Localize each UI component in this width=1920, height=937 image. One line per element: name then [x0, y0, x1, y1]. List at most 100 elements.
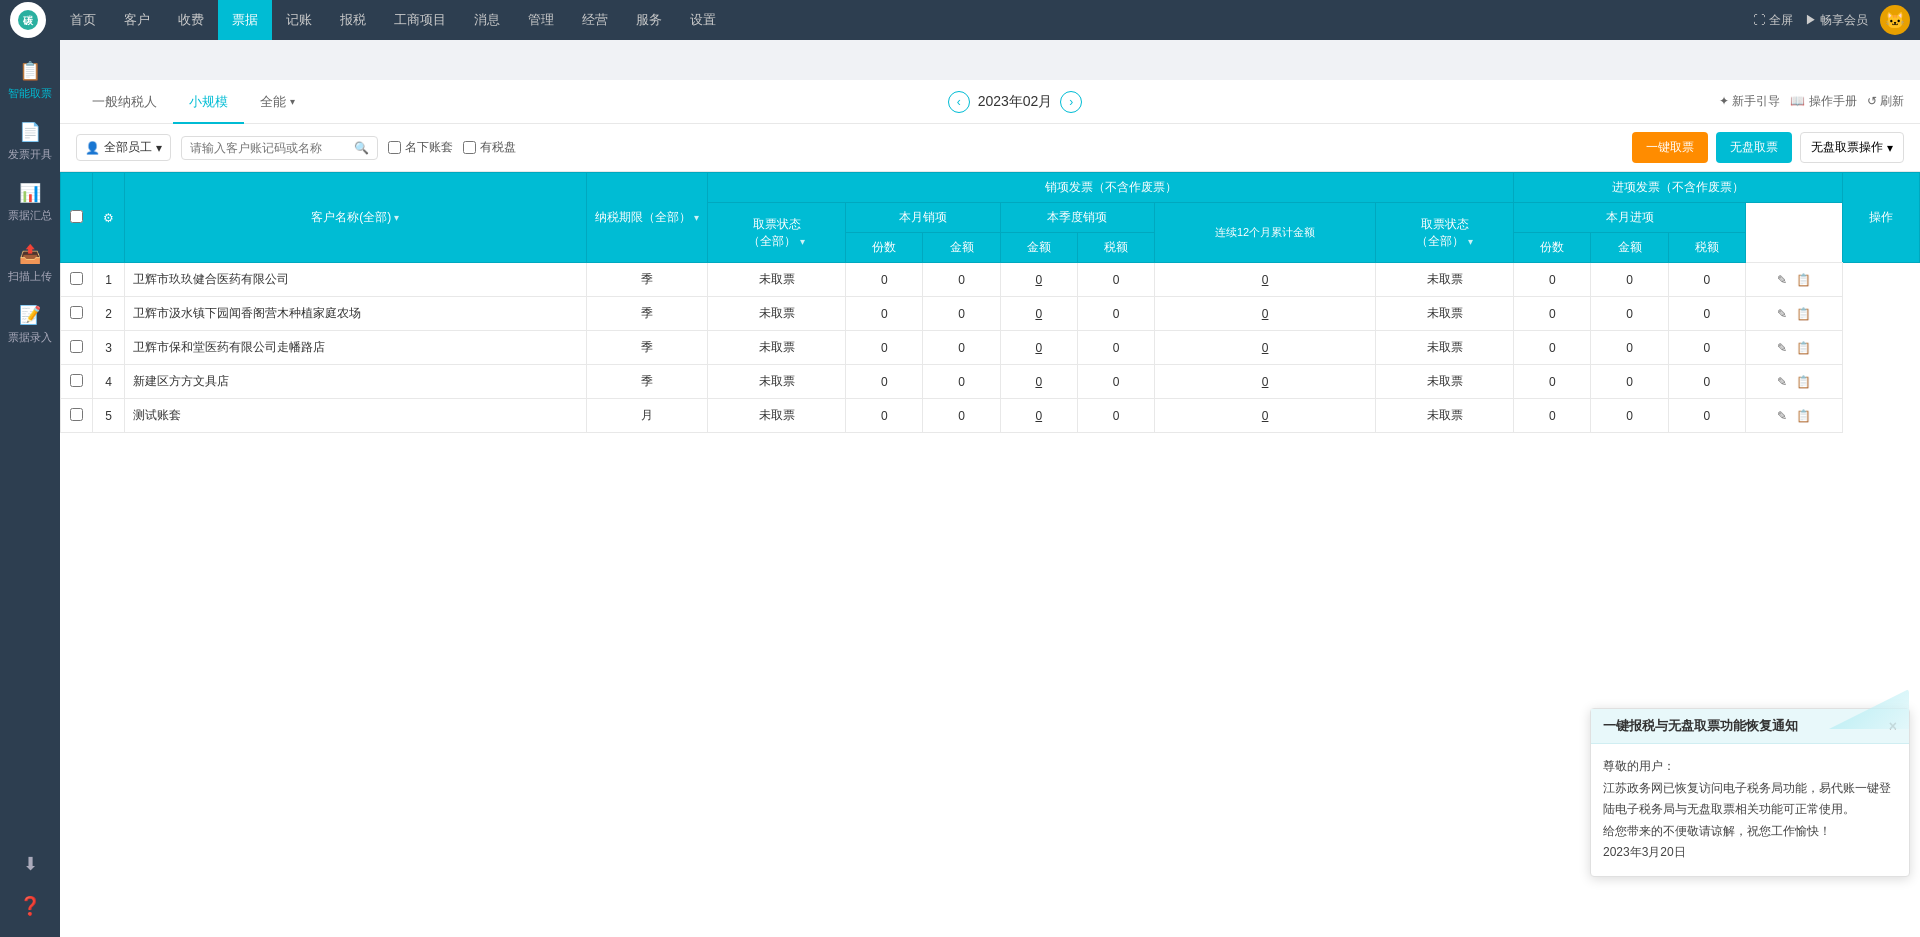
- edit-icon[interactable]: ✎: [1777, 307, 1787, 321]
- employee-filter[interactable]: 👤 全部员工 ▾: [76, 134, 171, 161]
- doc-icon[interactable]: 📋: [1796, 307, 1811, 321]
- doc-icon[interactable]: 📋: [1796, 341, 1811, 355]
- row-purchase-month-amount: 0: [1591, 331, 1668, 365]
- notif-text: 尊敬的用户： 江苏政务网已恢复访问电子税务局功能，易代账一键登陆电子税务局与无盘…: [1603, 756, 1897, 864]
- edit-icon[interactable]: ✎: [1777, 341, 1787, 355]
- sub-account-checkbox[interactable]: [388, 141, 401, 154]
- guide-btn[interactable]: ✦ 新手引导: [1719, 93, 1780, 110]
- row-purchase-status: 未取票: [1376, 365, 1514, 399]
- row-purchase-status: 未取票: [1376, 399, 1514, 433]
- th-sale-group: 销项发票（不含作废票）: [707, 173, 1513, 203]
- row-checkbox[interactable]: [61, 263, 93, 297]
- th-checkbox: [61, 173, 93, 263]
- doc-icon[interactable]: 📋: [1796, 375, 1811, 389]
- tab-all[interactable]: 全能 ▾: [244, 80, 311, 124]
- nav-invoice[interactable]: 票据: [218, 0, 272, 40]
- th-tax-period: 纳税期限（全部） ▾: [586, 173, 707, 263]
- no-disk-ops-btn[interactable]: 无盘取票操作 ▾: [1800, 132, 1904, 163]
- sidebar-item-issue[interactable]: 📄 发票开具: [0, 111, 60, 172]
- row-checkbox[interactable]: [61, 365, 93, 399]
- row-checkbox[interactable]: [61, 399, 93, 433]
- nav-ledger[interactable]: 记账: [272, 0, 326, 40]
- th-sale-quarter-amount: 金额: [1000, 233, 1077, 263]
- fullscreen-btn[interactable]: ⛶ 全屏: [1753, 12, 1792, 29]
- member-btn[interactable]: ▶ 畅享会员: [1805, 12, 1868, 29]
- tab-general[interactable]: 一般纳税人: [76, 80, 173, 124]
- th-purchase-month: 本月进项: [1514, 203, 1746, 233]
- nav-service[interactable]: 服务: [622, 0, 676, 40]
- sidebar-item-help[interactable]: ❓: [19, 885, 41, 927]
- row-customer-name: 卫辉市汲水镇下园闻香阁营木种植家庭农场: [125, 297, 587, 331]
- table-row: 3 卫辉市保和堂医药有限公司走幡路店 季 未取票 0 0 0 0 0 未取票 0…: [61, 331, 1920, 365]
- sidebar-item-summary[interactable]: 📊 票据汇总: [0, 172, 60, 233]
- period-next-btn[interactable]: ›: [1060, 91, 1082, 113]
- row-sale-month-amount: 0: [923, 297, 1000, 331]
- row-sale-status: 未取票: [707, 263, 845, 297]
- th-purchase-status: 取票状态（全部） ▾: [1376, 203, 1514, 263]
- sidebar-bottom: ⬇ ❓: [19, 843, 41, 937]
- sub-header: 一般纳税人 小规模 全能 ▾ ‹ 2023年02月 › ✦ 新手引导 📖 操作手…: [60, 80, 1920, 124]
- nav-home[interactable]: 首页: [56, 0, 110, 40]
- edit-icon[interactable]: ✎: [1777, 273, 1787, 287]
- row-purchase-month-tax: 0: [1668, 365, 1745, 399]
- th-settings: ⚙: [93, 173, 125, 263]
- row-purchase-month-amount: 0: [1591, 297, 1668, 331]
- row-index: 3: [93, 331, 125, 365]
- row-purchase-month-amount: 0: [1591, 399, 1668, 433]
- nav-management[interactable]: 管理: [514, 0, 568, 40]
- row-actions[interactable]: ✎ 📋: [1745, 365, 1842, 399]
- select-all-checkbox[interactable]: [70, 210, 83, 223]
- row-sale-month-amount: 0: [923, 365, 1000, 399]
- nav-business[interactable]: 工商项目: [380, 0, 460, 40]
- edit-icon[interactable]: ✎: [1777, 409, 1787, 423]
- search-input[interactable]: [190, 141, 350, 155]
- nav-customer[interactable]: 客户: [110, 0, 164, 40]
- row-sale-month-count: 0: [846, 331, 923, 365]
- nav-message[interactable]: 消息: [460, 0, 514, 40]
- no-disk-btn[interactable]: 无盘取票: [1716, 132, 1792, 163]
- period-prev-btn[interactable]: ‹: [948, 91, 970, 113]
- nav-tax[interactable]: 报税: [326, 0, 380, 40]
- edit-icon[interactable]: ✎: [1777, 375, 1787, 389]
- row-sale-quarter-amount: 0: [1000, 331, 1077, 365]
- doc-icon[interactable]: 📋: [1796, 409, 1811, 423]
- row-checkbox[interactable]: [61, 331, 93, 365]
- download-icon: ⬇: [23, 853, 38, 875]
- row-actions[interactable]: ✎ 📋: [1745, 399, 1842, 433]
- row-actions[interactable]: ✎ 📋: [1745, 297, 1842, 331]
- tax-disk-filter[interactable]: 有税盘: [463, 139, 516, 156]
- refresh-btn[interactable]: ↺ 刷新: [1867, 93, 1904, 110]
- sidebar-label-entry: 票据录入: [8, 330, 52, 345]
- search-box: 🔍: [181, 136, 378, 160]
- tax-disk-checkbox[interactable]: [463, 141, 476, 154]
- row-actions[interactable]: ✎ 📋: [1745, 331, 1842, 365]
- sidebar-item-entry[interactable]: 📝 票据录入: [0, 294, 60, 355]
- nav-fee[interactable]: 收费: [164, 0, 218, 40]
- nav-operation[interactable]: 经营: [568, 0, 622, 40]
- sidebar-item-download[interactable]: ⬇: [19, 843, 41, 885]
- tab-small[interactable]: 小规模: [173, 80, 244, 124]
- table-row: 2 卫辉市汲水镇下园闻香阁营木种植家庭农场 季 未取票 0 0 0 0 0 未取…: [61, 297, 1920, 331]
- nav-settings[interactable]: 设置: [676, 0, 730, 40]
- period-nav: ‹ 2023年02月 ›: [948, 91, 1083, 113]
- doc-icon[interactable]: 📋: [1796, 273, 1811, 287]
- row-sale-quarter-tax: 0: [1077, 263, 1154, 297]
- svg-text:碳: 碳: [22, 15, 34, 26]
- sidebar: 📋 智能取票 📄 发票开具 📊 票据汇总 📤 扫描上传 📝 票据录入 ⬇ ❓: [0, 40, 60, 937]
- sidebar-item-upload[interactable]: 📤 扫描上传: [0, 233, 60, 294]
- row-checkbox[interactable]: [61, 297, 93, 331]
- manual-btn[interactable]: 📖 操作手册: [1790, 93, 1856, 110]
- one-click-btn[interactable]: 一键取票: [1632, 132, 1708, 163]
- user-avatar[interactable]: 🐱: [1880, 5, 1910, 35]
- upload-icon: 📤: [19, 243, 41, 265]
- row-purchase-month-count: 0: [1514, 365, 1591, 399]
- row-sale-quarter-tax: 0: [1077, 297, 1154, 331]
- row-sale-month-amount: 0: [923, 263, 1000, 297]
- row-purchase-status: 未取票: [1376, 297, 1514, 331]
- search-icon[interactable]: 🔍: [354, 141, 369, 155]
- row-actions[interactable]: ✎ 📋: [1745, 263, 1842, 297]
- row-purchase-month-count: 0: [1514, 399, 1591, 433]
- sidebar-item-smart-fetch[interactable]: 📋 智能取票: [0, 50, 60, 111]
- sub-account-filter[interactable]: 名下账套: [388, 139, 453, 156]
- top-actions: ✦ 新手引导 📖 操作手册 ↺ 刷新: [1719, 93, 1904, 110]
